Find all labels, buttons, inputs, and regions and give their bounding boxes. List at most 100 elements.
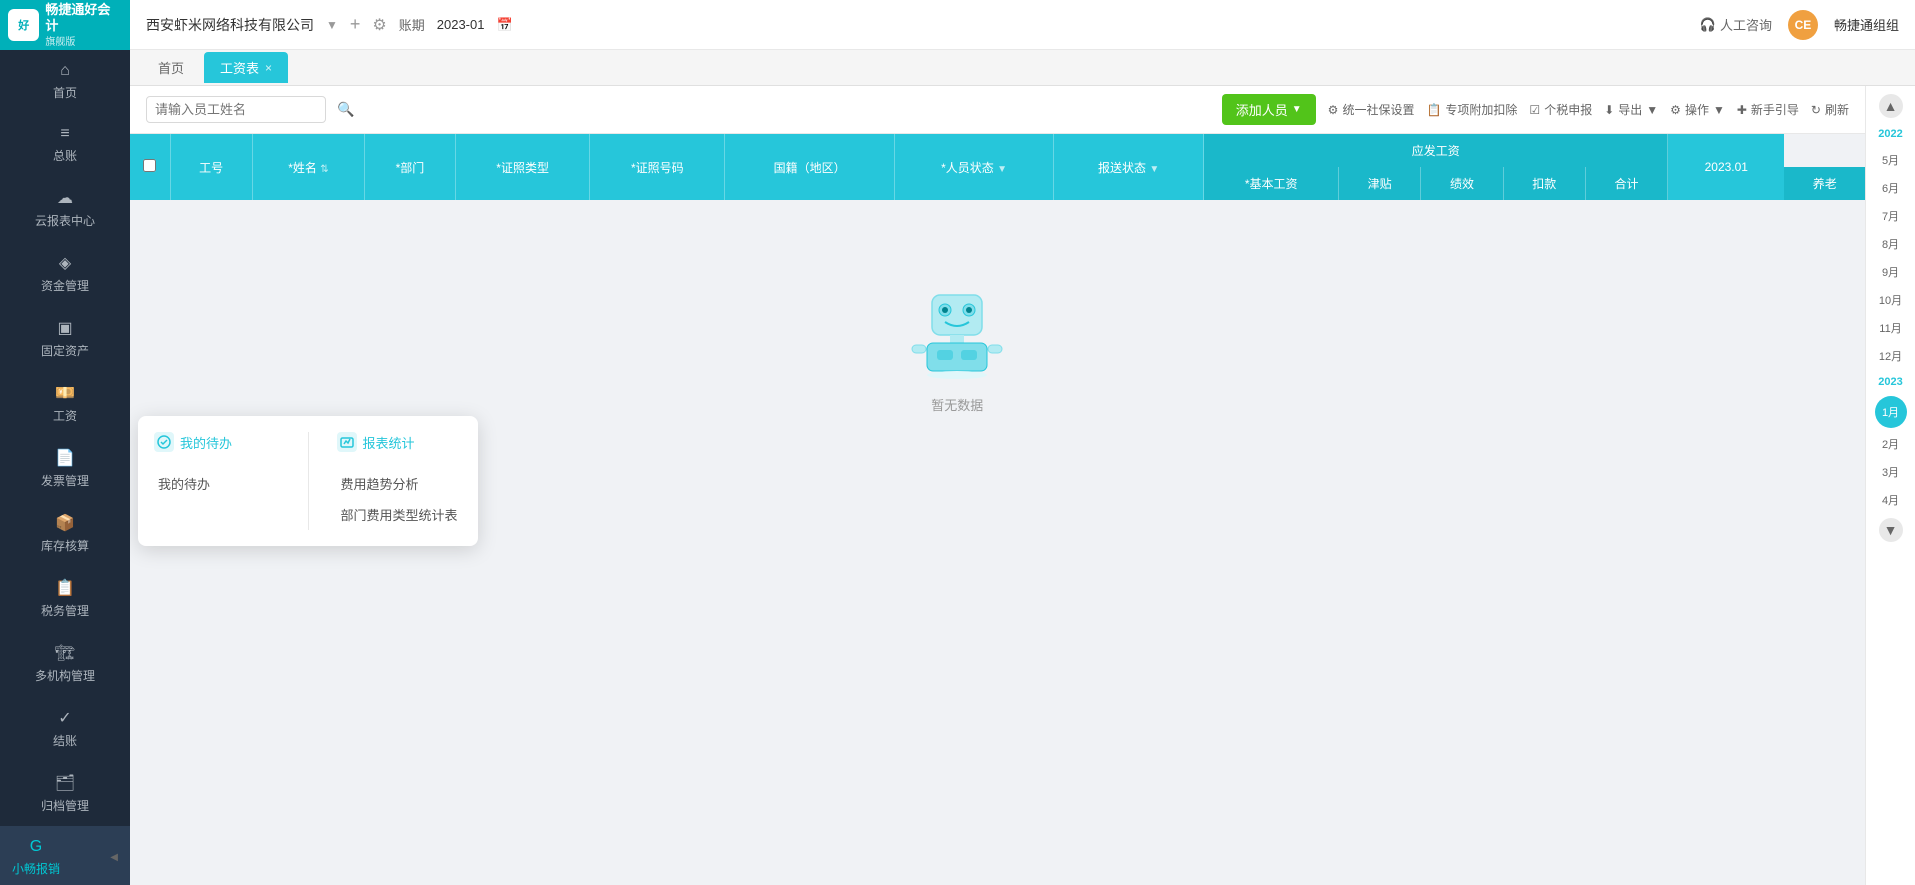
tab-home[interactable]: 首页 — [142, 52, 200, 83]
empty-icon-wrapper — [907, 280, 1007, 383]
tab-home-label: 首页 — [158, 58, 184, 77]
app-name: 畅捷通好会计 — [45, 2, 122, 33]
month-item-2023-01[interactable]: 1月 — [1875, 396, 1907, 428]
sidebar-item-fund[interactable]: ◈ 资金管理 — [0, 241, 130, 306]
operations-btn[interactable]: ⚙ 操作 ▼ — [1670, 101, 1725, 118]
search-wrapper: 🔍 — [146, 96, 326, 123]
col-year-header: 2023.01 — [1668, 134, 1785, 200]
sidebar-item-home[interactable]: ⌂ 首页 — [0, 50, 130, 113]
tab-close-icon[interactable]: × — [265, 61, 272, 75]
sidebar-item-salary[interactable]: 💴 工资 — [0, 371, 130, 436]
month-item-2022-05[interactable]: 5月 — [1866, 146, 1915, 174]
month-item-2022-11[interactable]: 11月 — [1866, 314, 1915, 342]
topbar: 西安虾米网络科技有限公司 ▼ + ⚙ 账期 2023-01 📅 🎧 人工咨询 C… — [130, 0, 1915, 50]
popup-item-expense-trend[interactable]: 费用趋势分析 — [337, 468, 463, 499]
content-area: 🔍 添加人员 ▼ ⚙ 统一社保设置 📋 专项附加扣除 — [130, 86, 1915, 885]
col-salary-group-header: 应发工资 — [1204, 134, 1668, 167]
new-guide-btn[interactable]: ✚ 新手引导 — [1737, 101, 1799, 118]
year-label-2022: 2022 — [1866, 122, 1915, 146]
sidebar: 好 畅捷通好会计 旗舰版 ⌂ 首页 ≡ 总账 ☁ 云报表中心 ◈ 资金管理 ▣ … — [0, 0, 130, 885]
social-security-btn[interactable]: ⚙ 统一社保设置 — [1328, 101, 1415, 118]
col-checkbox-header[interactable] — [130, 134, 170, 200]
sidebar-item-archive[interactable]: 🗂 归档管理 — [0, 761, 130, 826]
popup-item-my-todo[interactable]: 我的待办 — [154, 468, 280, 499]
refresh-icon: ↻ — [1811, 103, 1821, 117]
month-item-2023-04[interactable]: 4月 — [1866, 486, 1915, 514]
todo-icon-svg — [157, 435, 171, 449]
month-next-btn[interactable]: ▼ — [1879, 518, 1903, 542]
add-person-button[interactable]: 添加人员 ▼ — [1222, 94, 1316, 125]
personal-tax-btn[interactable]: ☑ 个税申报 — [1529, 101, 1592, 118]
col-base-salary-header: *基本工资 — [1204, 167, 1339, 200]
month-item-2022-10[interactable]: 10月 — [1866, 286, 1915, 314]
month-prev-btn[interactable]: ▲ — [1879, 94, 1903, 118]
refresh-btn[interactable]: ↻ 刷新 — [1811, 101, 1849, 118]
special-deduction-btn[interactable]: 📋 专项附加扣除 — [1426, 101, 1517, 118]
customer-service-button[interactable]: 🎧 人工咨询 — [1700, 15, 1772, 34]
sidebar-item-multi-org[interactable]: 🏗 多机构管理 — [0, 631, 130, 696]
col-id-number-header: *证照号码 — [590, 134, 725, 200]
name-sort-icon[interactable]: ⇅ — [320, 164, 328, 175]
sidebar-item-invoice[interactable]: 📄 发票管理 — [0, 436, 130, 501]
company-dropdown-arrow[interactable]: ▼ — [326, 18, 338, 32]
company-settings-icon[interactable]: ⚙ — [372, 15, 386, 35]
topbar-right: 🎧 人工咨询 CE 畅捷通组组 — [1700, 10, 1899, 40]
tax-icon: 📋 — [55, 578, 75, 598]
add-company-button[interactable]: + — [350, 14, 361, 35]
toolbar: 🔍 添加人员 ▼ ⚙ 统一社保设置 📋 专项附加扣除 — [130, 86, 1865, 134]
sidebar-item-tax[interactable]: 📋 税务管理 — [0, 566, 130, 631]
empty-text: 暂无数据 — [931, 395, 983, 414]
salary-icon: 💴 — [55, 383, 75, 403]
headset-icon: 🎧 — [1700, 17, 1716, 33]
col-pension-header: 养老 — [1784, 167, 1865, 200]
col-nationality-header: 国籍（地区） — [725, 134, 895, 200]
app-version: 旗舰版 — [45, 33, 122, 48]
sidebar-item-xiaochang[interactable]: G 小畅报销 ◀ — [0, 826, 130, 885]
home-icon: ⌂ — [60, 62, 70, 80]
popup-divider — [308, 432, 309, 530]
month-item-2022-06[interactable]: 6月 — [1866, 174, 1915, 202]
sidebar-nav: ⌂ 首页 ≡ 总账 ☁ 云报表中心 ◈ 资金管理 ▣ 固定资产 💴 工资 📄 发… — [0, 50, 130, 885]
search-icon[interactable]: 🔍 — [337, 101, 354, 118]
assets-icon: ▣ — [57, 318, 72, 338]
app-logo: 好 畅捷通好会计 旗舰版 — [0, 0, 130, 50]
export-icon: ⬇ — [1604, 103, 1614, 117]
popup-item-dept-expense[interactable]: 部门费用类型统计表 — [337, 499, 463, 530]
sidebar-item-cloud-report[interactable]: ☁ 云报表中心 — [0, 176, 130, 241]
search-input[interactable] — [155, 102, 331, 117]
month-item-2022-08[interactable]: 8月 — [1866, 230, 1915, 258]
month-item-2022-12[interactable]: 12月 — [1866, 342, 1915, 370]
col-id-type-header: *证照类型 — [455, 134, 590, 200]
month-item-2022-09[interactable]: 9月 — [1866, 258, 1915, 286]
report-section-icon — [337, 432, 357, 452]
select-all-checkbox[interactable] — [143, 159, 156, 172]
sidebar-item-ledger[interactable]: ≡ 总账 — [0, 113, 130, 176]
popup-section-report: 报表统计 费用趋势分析 部门费用类型统计表 — [337, 432, 463, 530]
report-icon-svg — [340, 435, 354, 449]
personnel-filter-icon[interactable]: ▼ — [997, 164, 1007, 175]
col-total-header: 合计 — [1585, 167, 1667, 200]
col-personnel-status-header: *人员状态 ▼ — [895, 134, 1054, 200]
month-item-2022-07[interactable]: 7月 — [1866, 202, 1915, 230]
month-item-2023-03[interactable]: 3月 — [1866, 458, 1915, 486]
popup-section-todo-header: 我的待办 — [154, 432, 280, 458]
tab-salary[interactable]: 工资表 × — [204, 52, 288, 83]
main-wrapper: 西安虾米网络科技有限公司 ▼ + ⚙ 账期 2023-01 📅 🎧 人工咨询 C… — [130, 0, 1915, 885]
expand-icon: ◀ — [110, 852, 118, 863]
col-name-header: *姓名 ⇅ — [252, 134, 364, 200]
report-filter-icon[interactable]: ▼ — [1149, 164, 1159, 175]
popup-sections: 我的待办 我的待办 报表统计 — [154, 432, 462, 530]
user-avatar: CE — [1788, 10, 1818, 40]
sidebar-item-settlement[interactable]: ✓ 结账 — [0, 696, 130, 761]
year-label-2023: 2023 — [1866, 370, 1915, 394]
inventory-icon: 📦 — [55, 513, 75, 533]
month-item-2023-02[interactable]: 2月 — [1866, 430, 1915, 458]
special-deduction-icon: 📋 — [1426, 103, 1441, 117]
sidebar-item-assets[interactable]: ▣ 固定资产 — [0, 306, 130, 371]
tabs-bar: 首页 工资表 × — [130, 50, 1915, 86]
export-btn[interactable]: ⬇ 导出 ▼ — [1604, 101, 1658, 118]
archive-icon: 🗂 — [55, 773, 75, 793]
sidebar-item-inventory[interactable]: 📦 库存核算 — [0, 501, 130, 566]
personal-tax-icon: ☑ — [1529, 103, 1540, 117]
calendar-icon[interactable]: 📅 — [496, 17, 512, 33]
